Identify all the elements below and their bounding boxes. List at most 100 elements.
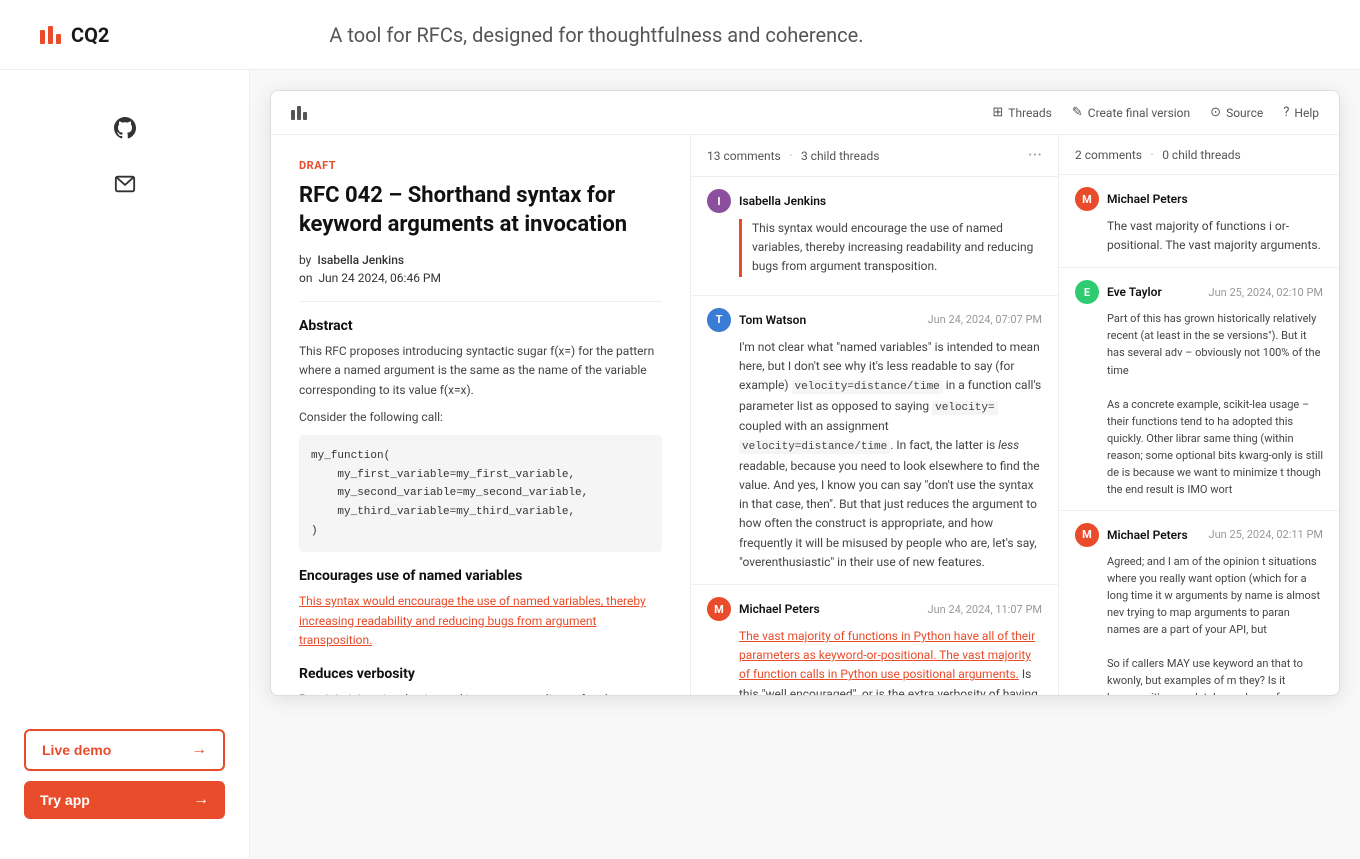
avatar-michael-1: M (707, 597, 731, 621)
comments-more-button[interactable]: ··· (1028, 145, 1042, 166)
live-demo-label: Live demo (42, 742, 111, 758)
right-comment-text-3: Agreed; and I am of the opinion t situat… (1107, 553, 1323, 695)
help-label: Help (1294, 106, 1319, 120)
sidebar-buttons: Live demo → Try app → (0, 709, 249, 839)
live-demo-button[interactable]: Live demo → (24, 729, 225, 771)
app-logo-icon (291, 106, 307, 120)
create-final-version-button[interactable]: ✎ Create final version (1072, 105, 1190, 120)
on-label: on (299, 271, 312, 285)
right-panel: 2 comments · 0 child threads M Michael P… (1059, 135, 1339, 695)
comments-separator: · (789, 146, 793, 165)
sidebar: Live demo → Try app → (0, 70, 250, 859)
comments-header: 13 comments · 3 child threads ··· (691, 135, 1058, 177)
app-body: DRAFT RFC 042 – Shorthand syntax for key… (271, 135, 1339, 695)
logo: CQ2 (40, 23, 109, 47)
app-logo-bar-3 (303, 112, 307, 120)
app-logo-bar-2 (297, 106, 301, 120)
right-comment-body-3: Agreed; and I am of the opinion t situat… (1075, 553, 1323, 695)
comment-header-2: T Tom Watson Jun 24, 2024, 07:07 PM (707, 308, 1042, 332)
right-comment-body-1: The vast majority of functions i or-posi… (1075, 217, 1323, 255)
logo-icon (40, 26, 61, 44)
threads-button[interactable]: ⊞ Threads (992, 105, 1051, 120)
code-inline-2: velocity= (932, 401, 997, 415)
comment-text-3: The vast majority of functions in Python… (739, 627, 1042, 695)
logo-text: CQ2 (71, 23, 109, 47)
underline-highlight: The vast majority of functions in Python… (739, 629, 1035, 681)
try-app-button[interactable]: Try app → (24, 781, 225, 819)
abstract-title: Abstract (299, 318, 662, 334)
rfc-panel: DRAFT RFC 042 – Shorthand syntax for key… (271, 135, 691, 695)
comment-body-2: I'm not clear what "named variables" is … (707, 338, 1042, 572)
comment-thread-1: I Isabella Jenkins This syntax would enc… (691, 177, 1058, 296)
author-tom: Tom Watson (739, 313, 806, 327)
right-comment-header-1: M Michael Peters (1075, 187, 1323, 211)
github-icon[interactable] (107, 110, 143, 146)
rfc-date-meta: on Jun 24 2024, 06:46 PM (299, 271, 662, 285)
author-isabella: Isabella Jenkins (739, 194, 826, 208)
right-panel-threads: 0 child threads (1162, 148, 1241, 162)
right-comment-3: M Michael Peters Jun 25, 2024, 02:11 PM … (1059, 511, 1339, 695)
right-panel-header: 2 comments · 0 child threads (1059, 135, 1339, 175)
try-app-arrow: → (193, 791, 209, 809)
tagline: A tool for RFCs, designed for thoughtful… (329, 23, 863, 47)
app-header: ⊞ Threads ✎ Create final version ⊙ Sourc… (271, 91, 1339, 135)
logo-bar-2 (48, 26, 53, 44)
app-screenshot: ⊞ Threads ✎ Create final version ⊙ Sourc… (270, 90, 1340, 696)
threads-label: Threads (1008, 106, 1052, 120)
by-label: by (299, 253, 311, 267)
try-app-label: Try app (40, 792, 90, 808)
comment-header-3: M Michael Peters Jun 24, 2024, 11:07 PM (707, 597, 1042, 621)
comments-panel: 13 comments · 3 child threads ··· I Isab… (691, 135, 1059, 695)
logo-bar-1 (40, 30, 45, 44)
source-button[interactable]: ⊙ Source (1210, 105, 1263, 120)
right-comment-text-2: Part of this has grown historically rela… (1107, 310, 1323, 498)
avatar-tom: T (707, 308, 731, 332)
comment-thread-2: T Tom Watson Jun 24, 2024, 07:07 PM I'm … (691, 296, 1058, 585)
consider-text: Consider the following call: (299, 408, 662, 427)
right-avatar-michael-2: M (1075, 523, 1099, 547)
rfc-author: Isabella Jenkins (317, 253, 404, 267)
main-layout: Live demo → Try app → ⊞ T (0, 70, 1360, 859)
right-date-michael-2: Jun 25, 2024, 02:11 PM (1209, 528, 1323, 541)
source-label: Source (1226, 106, 1263, 120)
code-content: my_function( my_first_variable=my_first_… (311, 447, 650, 540)
section1-text: This syntax would encourage the use of n… (299, 592, 662, 650)
code-block: my_function( my_first_variable=my_first_… (299, 435, 662, 552)
date-michael-1: Jun 24, 2024, 11:07 PM (928, 603, 1042, 616)
right-comment-body-2: Part of this has grown historically rela… (1075, 310, 1323, 498)
comment-highlight-1: This syntax would encourage the use of n… (739, 219, 1042, 277)
rfc-date: Jun 24 2024, 06:46 PM (318, 271, 441, 285)
section2-title: Reduces verbosity (299, 666, 662, 682)
help-button[interactable]: ? Help (1283, 105, 1319, 120)
app-header-right: ⊞ Threads ✎ Create final version ⊙ Sourc… (992, 105, 1319, 120)
right-panel-count: 2 comments (1075, 148, 1142, 162)
right-comment-header-2: E Eve Taylor Jun 25, 2024, 02:10 PM (1075, 280, 1323, 304)
mail-icon[interactable] (107, 166, 143, 202)
create-final-label: Create final version (1088, 106, 1190, 120)
comment-thread-3: M Michael Peters Jun 24, 2024, 11:07 PM … (691, 585, 1058, 695)
source-icon: ⊙ (1210, 105, 1221, 120)
rfc-divider (299, 301, 662, 302)
create-icon: ✎ (1072, 105, 1083, 120)
help-icon: ? (1283, 105, 1289, 120)
author-michael-1: Michael Peters (739, 602, 820, 616)
right-avatar-michael: M (1075, 187, 1099, 211)
right-author-eve: Eve Taylor (1107, 285, 1162, 299)
section2-text: By minimising visual noise and in some c… (299, 690, 662, 695)
abstract-text: This RFC proposes introducing syntactic … (299, 342, 662, 400)
right-comment-2: E Eve Taylor Jun 25, 2024, 02:10 PM Part… (1059, 268, 1339, 511)
right-date-eve: Jun 25, 2024, 02:10 PM (1209, 286, 1323, 299)
page-header: CQ2 A tool for RFCs, designed for though… (0, 0, 1360, 70)
code-inline-1: velocity=distance/time (792, 380, 943, 394)
live-demo-arrow: → (191, 741, 207, 759)
right-author-michael: Michael Peters (1107, 192, 1188, 206)
avatar-isabella: I (707, 189, 731, 213)
right-comment-text-1: The vast majority of functions i or-posi… (1107, 217, 1323, 255)
sidebar-icons (0, 90, 249, 709)
content-area: ⊞ Threads ✎ Create final version ⊙ Sourc… (250, 70, 1360, 859)
draft-badge: DRAFT (299, 159, 662, 172)
comments-count: 13 comments (707, 149, 781, 163)
app-logo-bar-1 (291, 110, 295, 120)
threads-icon: ⊞ (992, 105, 1003, 120)
rfc-author-meta: by Isabella Jenkins (299, 253, 662, 267)
